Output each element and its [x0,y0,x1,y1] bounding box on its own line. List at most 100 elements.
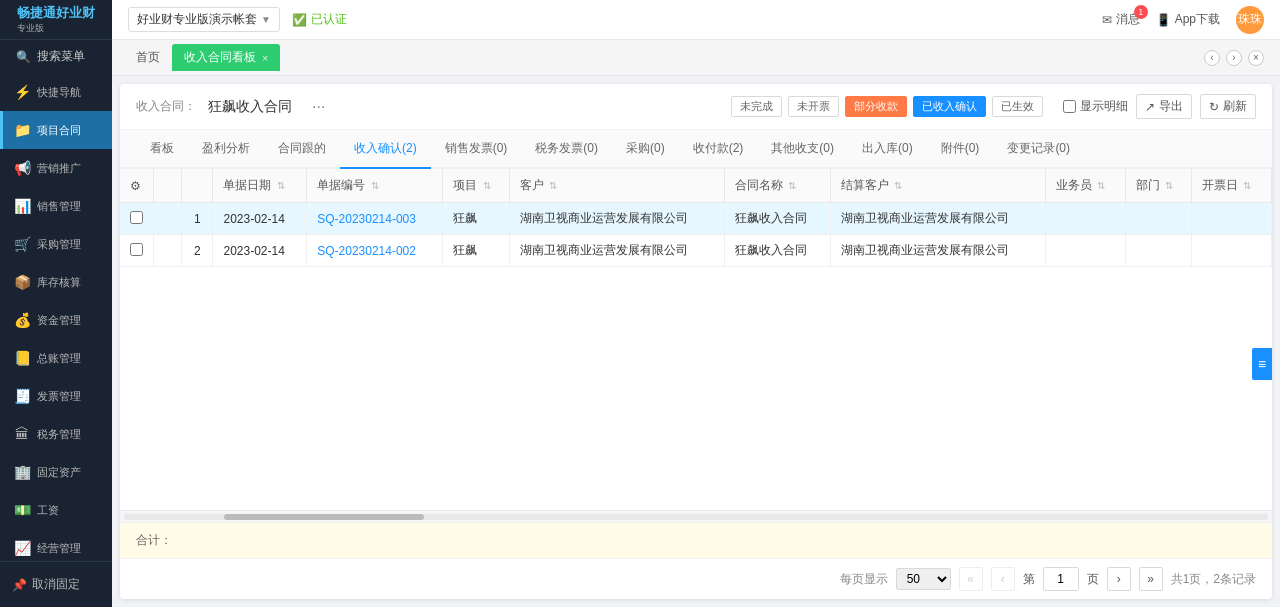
first-page-button[interactable]: « [959,567,983,591]
tab-payment[interactable]: 收付款(2) [679,130,758,169]
tab-change-log[interactable]: 变更记录(0) [993,130,1084,169]
cell-billing-customer: 湖南卫视商业运营发展有限公司 [830,203,1045,235]
th-date[interactable]: 单据日期 ⇅ [213,169,307,203]
sidebar-item-label: 项目合同 [37,123,81,138]
th-project[interactable]: 项目 ⇅ [443,169,509,203]
sidebar-item-quick-nav[interactable]: ⚡ 快捷导航 [0,73,112,111]
th-customer[interactable]: 客户 ⇅ [509,169,724,203]
cell-check[interactable] [154,203,182,235]
sidebar-search[interactable]: 🔍 搜索菜单 [0,40,112,73]
page-size-select[interactable]: 50 20 100 [896,568,951,590]
avatar[interactable]: 珠珠 [1236,6,1264,34]
cell-billing-customer: 湖南卫视商业运营发展有限公司 [830,235,1045,267]
doc-number-link[interactable]: SQ-20230214-003 [317,212,416,226]
th-salesperson[interactable]: 业务员 ⇅ [1045,169,1125,203]
status-effective[interactable]: 已生效 [992,96,1043,117]
horizontal-scrollbar[interactable] [120,510,1272,522]
app-logo: 畅捷通好业财 专业版 [0,0,112,40]
cell-gear[interactable] [120,235,154,267]
income-contract-tab[interactable]: 收入合同看板 × [172,44,280,71]
quick-nav-icon: ⚡ [13,83,31,101]
status-not-complete[interactable]: 未完成 [731,96,782,117]
th-department[interactable]: 部门 ⇅ [1125,169,1191,203]
sidebar-item-funds[interactable]: 💰 资金管理 [0,301,112,339]
sidebar-item-general[interactable]: 📒 总账管理 [0,339,112,377]
tab-warehouse[interactable]: 出入库(0) [848,130,927,169]
cell-department [1125,235,1191,267]
th-billing-customer[interactable]: 结算客户 ⇅ [830,169,1045,203]
tab-purchase[interactable]: 采购(0) [612,130,679,169]
table-row[interactable]: 1 2023-02-14 SQ-20230214-003 狂飙 湖南卫视商业运营… [120,203,1272,235]
doc-number-link[interactable]: SQ-20230214-002 [317,244,416,258]
status-not-invoiced[interactable]: 未开票 [788,96,839,117]
nav-prev-button[interactable]: ‹ [1204,50,1220,66]
tax-icon: 🏛 [13,425,31,443]
tab-other-income[interactable]: 其他收支(0) [757,130,848,169]
content-tabs: 看板 盈利分析 合同跟的 收入确认(2) 销售发票(0) 税务发票(0) 采购(… [120,130,1272,169]
cell-invoice-date [1191,203,1271,235]
status-income-confirmed[interactable]: 已收入确认 [913,96,986,117]
more-options-button[interactable]: ··· [312,98,325,116]
company-selector[interactable]: 好业财专业版演示帐套 ▼ [128,7,280,32]
sidebar-item-sales[interactable]: 📊 销售管理 [0,187,112,225]
side-panel-toggle[interactable]: ≡ [1252,348,1272,380]
contract-header-prefix: 收入合同： [136,98,196,115]
sidebar-item-operations[interactable]: 📈 经营管理 [0,529,112,561]
cell-number[interactable]: SQ-20230214-003 [307,203,443,235]
th-number[interactable]: 单据编号 ⇅ [307,169,443,203]
sidebar-item-tax[interactable]: 🏛 税务管理 [0,415,112,453]
table-row[interactable]: 2 2023-02-14 SQ-20230214-002 狂飙 湖南卫视商业运营… [120,235,1272,267]
project-icon: 📁 [13,121,31,139]
th-gear[interactable]: ⚙ [120,169,154,203]
table-footer: 合计： [120,522,1272,558]
sidebar-item-label: 采购管理 [37,237,81,252]
page-unit: 页 [1087,571,1099,588]
show-detail-checkbox[interactable] [1063,100,1076,113]
status-partial-payment[interactable]: 部分收款 [845,96,907,117]
row-checkbox[interactable] [130,243,143,256]
sidebar-item-assets[interactable]: 🏢 固定资产 [0,453,112,491]
tab-tracking[interactable]: 合同跟的 [264,130,340,169]
sidebar-item-inventory[interactable]: 📦 库存核算 [0,263,112,301]
sidebar-item-project[interactable]: 📁 项目合同 [0,111,112,149]
sidebar-item-marketing[interactable]: 📢 营销推广 [0,149,112,187]
app-download-action[interactable]: 📱 App下载 [1156,11,1220,28]
data-table: ⚙ 单据日期 ⇅ 单据编号 ⇅ 项目 ⇅ 客户 ⇅ 合同名称 ⇅ 结算客户 ⇅ … [120,169,1272,267]
topbar-actions: ✉ 消息 1 📱 App下载 珠珠 [1102,6,1264,34]
export-icon: ↗ [1145,100,1155,114]
sidebar-item-purchase[interactable]: 🛒 采购管理 [0,225,112,263]
close-button[interactable]: × [1248,50,1264,66]
tab-income-confirm[interactable]: 收入确认(2) [340,130,431,169]
tab-kanban[interactable]: 看板 [136,130,188,169]
next-page-button[interactable]: › [1107,567,1131,591]
content-wrapper: ⚙ 单据日期 ⇅ 单据编号 ⇅ 项目 ⇅ 客户 ⇅ 合同名称 ⇅ 结算客户 ⇅ … [120,169,1272,558]
unpin-button[interactable]: 📌 取消固定 [8,570,104,599]
tab-tax-invoice[interactable]: 税务发票(0) [521,130,612,169]
nav-next-button[interactable]: › [1226,50,1242,66]
cell-invoice-date [1191,235,1271,267]
tab-profit[interactable]: 盈利分析 [188,130,264,169]
tab-sales-invoice[interactable]: 销售发票(0) [431,130,522,169]
cell-number[interactable]: SQ-20230214-002 [307,235,443,267]
last-page-button[interactable]: » [1139,567,1163,591]
tab-close-icon[interactable]: × [262,52,268,64]
total-info: 共1页，2条记录 [1171,571,1256,588]
prev-page-button[interactable]: ‹ [991,567,1015,591]
sidebar-item-invoice[interactable]: 🧾 发票管理 [0,377,112,415]
sidebar-nav: 📁 项目合同 📢 营销推广 📊 销售管理 🛒 采购管理 📦 库存核算 💰 资金管… [0,111,112,561]
cell-gear[interactable] [120,203,154,235]
th-invoice-date[interactable]: 开票日 ⇅ [1191,169,1271,203]
th-contract-name[interactable]: 合同名称 ⇅ [724,169,830,203]
page-number-input[interactable] [1043,567,1079,591]
home-tab[interactable]: 首页 [128,45,168,70]
message-action[interactable]: ✉ 消息 1 [1102,11,1140,28]
export-button[interactable]: ↗ 导出 [1136,94,1192,119]
refresh-button[interactable]: ↻ 刷新 [1200,94,1256,119]
scroll-thumb[interactable] [224,514,424,520]
cell-check[interactable] [154,235,182,267]
app-download-label: App下载 [1175,11,1220,28]
contract-header: 收入合同： 狂飙收入合同 ··· 未完成 未开票 部分收款 已收入确认 已生效 … [120,84,1272,130]
sidebar-item-labor[interactable]: 💵 工资 [0,491,112,529]
row-checkbox[interactable] [130,211,143,224]
tab-attachment[interactable]: 附件(0) [927,130,994,169]
